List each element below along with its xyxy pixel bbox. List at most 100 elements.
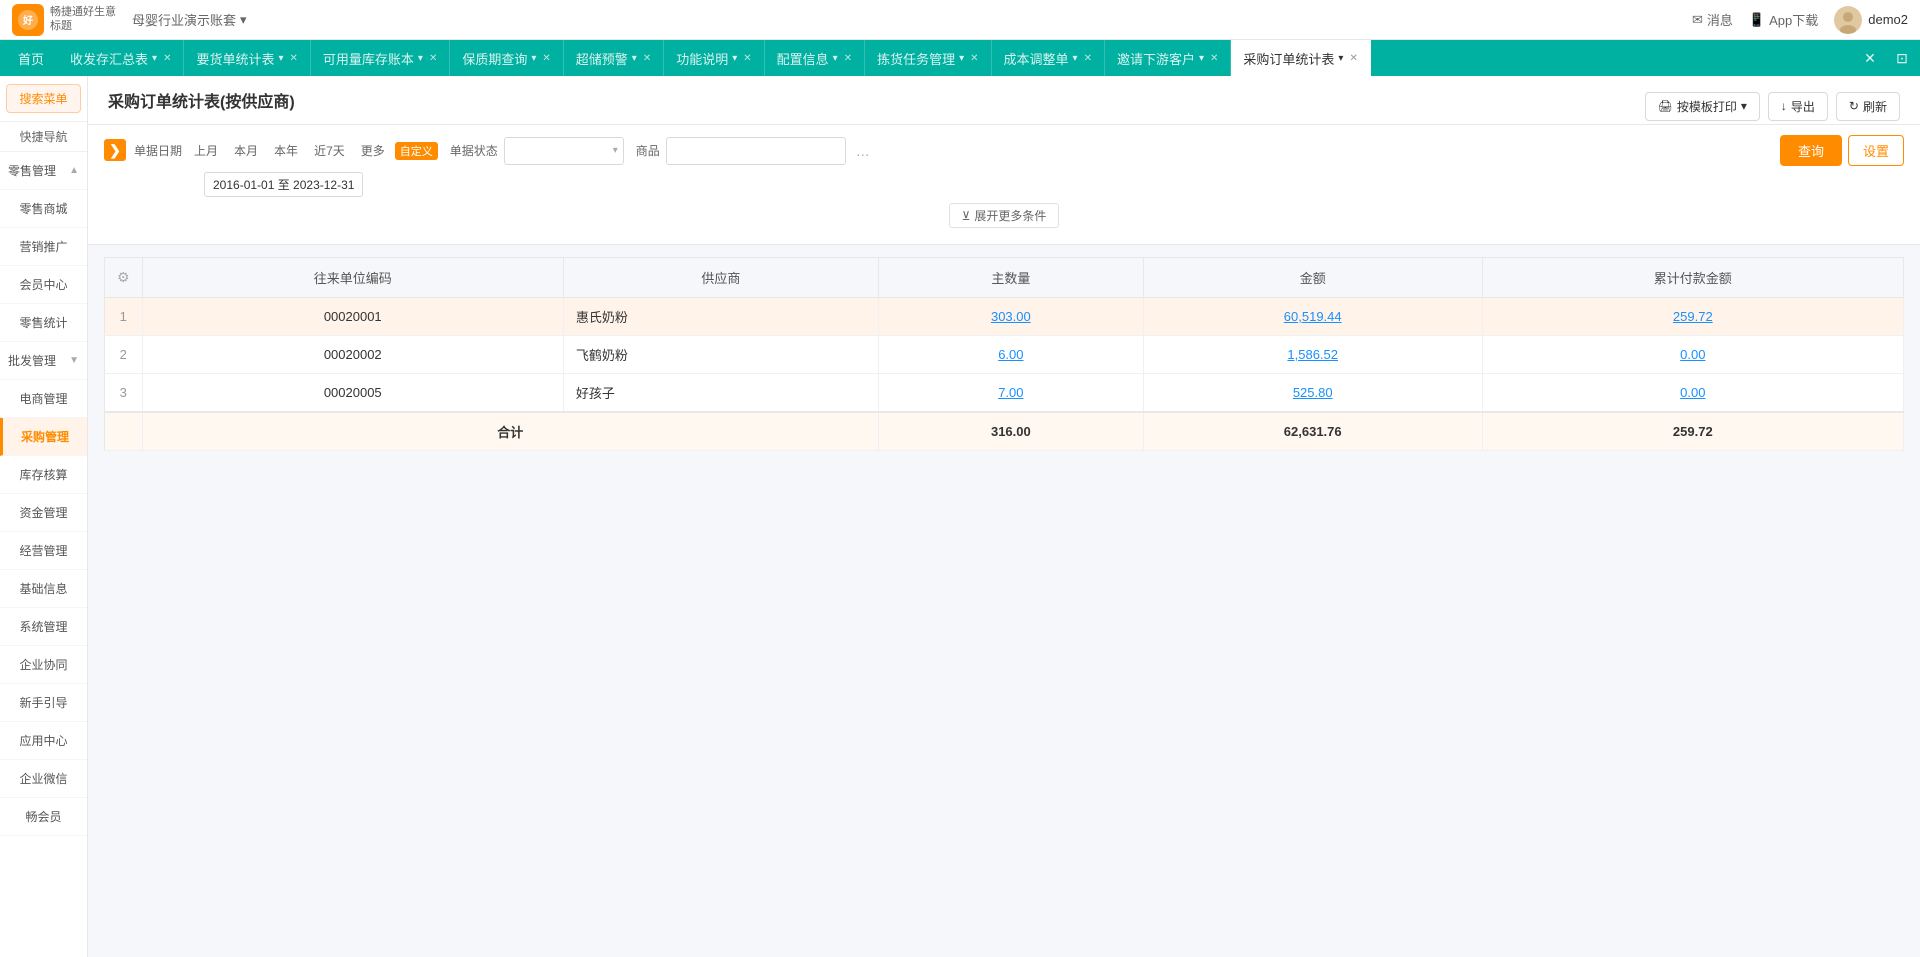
tab-baozhiqi[interactable]: 保质期查询 ▾ ✕ [450,40,563,76]
nav-restore-btn[interactable]: ⊡ [1888,44,1916,72]
sidebar-item-qiyeweixin[interactable]: 企业微信 [0,760,87,798]
refresh-button[interactable]: ↻ 刷新 [1836,92,1900,121]
row-code-2: 00020002 [142,336,563,374]
row-amount-1: 60,519.44 [1143,298,1482,336]
tab-arrow-icon: ▾ [152,53,157,64]
col-paid: 累计付款金额 [1482,258,1903,298]
settings-button[interactable]: 设置 [1848,135,1904,166]
sidebar-item-zijin[interactable]: 资金管理 [0,494,87,532]
print-button[interactable]: 🖨 按模板打印 ▾ [1645,92,1760,121]
row-code-3: 00020005 [142,374,563,413]
row-supplier-1: 惠氏奶粉 [563,298,878,336]
table-footer-row: 合计 316.00 62,631.76 259.72 [105,412,1904,451]
tab-arrow-icon: ▾ [732,53,737,64]
row-paid-1: 259.72 [1482,298,1903,336]
shortcut-this-month[interactable]: 本月 [228,140,264,161]
sidebar-item-caigou[interactable]: 采购管理 [0,418,87,456]
date-range-value[interactable]: 2016-01-01 至 2023-12-31 [204,172,363,197]
sidebar-item-huiyuan[interactable]: 会员中心 [0,266,87,304]
row-quantity-2: 6.00 [878,336,1143,374]
col-quantity: 主数量 [878,258,1143,298]
close-icon[interactable]: ✕ [970,53,978,64]
sidebar-item-jingying[interactable]: 经营管理 [0,532,87,570]
close-icon[interactable]: ✕ [290,53,298,64]
close-icon[interactable]: ✕ [429,53,437,64]
tab-yaoqing[interactable]: 邀请下游客户 ▾ ✕ [1105,40,1231,76]
download-icon: 📱 [1749,12,1765,28]
shortcut-last-month[interactable]: 上月 [188,140,224,161]
close-icon[interactable]: ✕ [743,53,751,64]
message-button[interactable]: ✉ 消息 [1692,10,1733,29]
search-menu-button[interactable]: 搜索菜单 [6,84,81,113]
workspace-selector[interactable]: 母婴行业演示账套 ▾ [124,6,255,33]
sidebar-item-pifa[interactable]: 批发管理 ▼ [0,342,87,380]
custom-badge[interactable]: 自定义 [395,142,438,160]
app-download-button[interactable]: 📱 App下载 [1749,10,1818,29]
tab-caigou-active[interactable]: 采购订单统计表 ▾ ✕ [1231,40,1370,76]
filter-top-row: 单据日期 上月 本月 本年 近7天 更多 自定义 [134,135,1904,166]
settings-col-icon[interactable]: ⚙ [117,269,130,285]
shortcut-more[interactable]: 更多 [355,140,391,161]
quick-nav-button[interactable]: 快捷导航 [0,122,87,152]
close-icon[interactable]: ✕ [1349,53,1357,64]
refresh-icon: ↻ [1849,99,1859,113]
close-icon[interactable]: ✕ [844,53,852,64]
tab-shoufacun[interactable]: 收发存汇总表 ▾ ✕ [58,40,184,76]
table-body: 1 00020001 惠氏奶粉 303.00 60,519.44 259.72 … [105,298,1904,413]
sidebar-item-qiyexietong[interactable]: 企业协同 [0,646,87,684]
table-header-row: ⚙ 往来单位编码 供应商 主数量 金额 [105,258,1904,298]
col-amount: 金额 [1143,258,1482,298]
sidebar-item-xitong[interactable]: 系统管理 [0,608,87,646]
row-supplier-2: 飞鹤奶粉 [563,336,878,374]
tab-yaohuo[interactable]: 要货单统计表 ▾ ✕ [184,40,310,76]
row-paid-2: 0.00 [1482,336,1903,374]
sidebar-item-changhui[interactable]: 畅会员 [0,798,87,836]
nav-close-btn[interactable]: ✕ [1856,44,1884,72]
nav-controls: ✕ ⊡ [1856,44,1916,72]
tab-kuyongliang[interactable]: 可用量库存账本 ▾ ✕ [311,40,450,76]
sidebar: 搜索菜单 快捷导航 零售管理 ▲ 零售商城 营销推广 会员中心 零售统计 批发管… [0,76,88,957]
tab-peizhi[interactable]: 配置信息 ▾ ✕ [765,40,865,76]
sidebar-item-kucun[interactable]: 库存核算 [0,456,87,494]
goods-input[interactable] [666,137,846,165]
query-button[interactable]: 查询 [1780,135,1842,166]
svg-text:好: 好 [22,14,33,27]
close-icon[interactable]: ✕ [1210,53,1218,64]
main-layout: 搜索菜单 快捷导航 零售管理 ▲ 零售商城 营销推广 会员中心 零售统计 批发管… [0,76,1920,957]
sidebar-item-xinshouyindao[interactable]: 新手引导 [0,684,87,722]
sidebar-item-yingyongzhongxin[interactable]: 应用中心 [0,722,87,760]
workspace-name: 母婴行业演示账套 [132,10,236,29]
shortcut-this-year[interactable]: 本年 [268,140,304,161]
date-range-row: 2016-01-01 至 2023-12-31 [134,172,1904,197]
page-title: 采购订单统计表(按供应商) [108,88,295,112]
tab-chengben[interactable]: 成本调整单 ▾ ✕ [992,40,1105,76]
user-profile[interactable]: demo2 [1834,6,1908,34]
tab-home[interactable]: 首页 [4,40,58,76]
tab-chaochuyujing[interactable]: 超储预警 ▾ ✕ [564,40,664,76]
close-icon[interactable]: ✕ [1084,53,1092,64]
close-icon[interactable]: ✕ [643,53,651,64]
sidebar-item-lingshoupingl[interactable]: 零售管理 ▲ [0,152,87,190]
tab-arrow-icon: ▾ [632,53,637,64]
close-icon[interactable]: ✕ [163,53,171,64]
shortcut-7days[interactable]: 近7天 [308,140,351,161]
tab-gongneng[interactable]: 功能说明 ▾ ✕ [664,40,764,76]
close-icon[interactable]: ✕ [542,53,550,64]
tab-arrow-icon: ▾ [531,53,536,64]
expand-more-button[interactable]: ⊻ 展开更多条件 [949,203,1060,228]
table-area: ⚙ 往来单位编码 供应商 主数量 金额 [88,245,1920,957]
export-button[interactable]: ↓ 导出 [1768,92,1828,121]
sidebar-item-jichuxinxi[interactable]: 基础信息 [0,570,87,608]
tab-arrow-icon: ▾ [1199,53,1204,64]
sidebar-item-lingshoutongji[interactable]: 零售统计 [0,304,87,342]
sidebar-item-yingxiao[interactable]: 营销推广 [0,228,87,266]
status-select[interactable]: 已审核 未审核 [504,137,624,165]
footer-empty [105,412,143,451]
page-header-actions: 🖨 按模板打印 ▾ ↓ 导出 ↻ 刷新 [1645,92,1900,121]
sidebar-item-dianshang[interactable]: 电商管理 [0,380,87,418]
toggle-filter-button[interactable]: ❯ [104,139,126,161]
tab-jianhuo[interactable]: 拣货任务管理 ▾ ✕ [865,40,991,76]
row-num-1: 1 [105,298,143,336]
goods-more-icon[interactable]: … [852,143,874,159]
sidebar-item-lingshoushanghcheng[interactable]: 零售商城 [0,190,87,228]
